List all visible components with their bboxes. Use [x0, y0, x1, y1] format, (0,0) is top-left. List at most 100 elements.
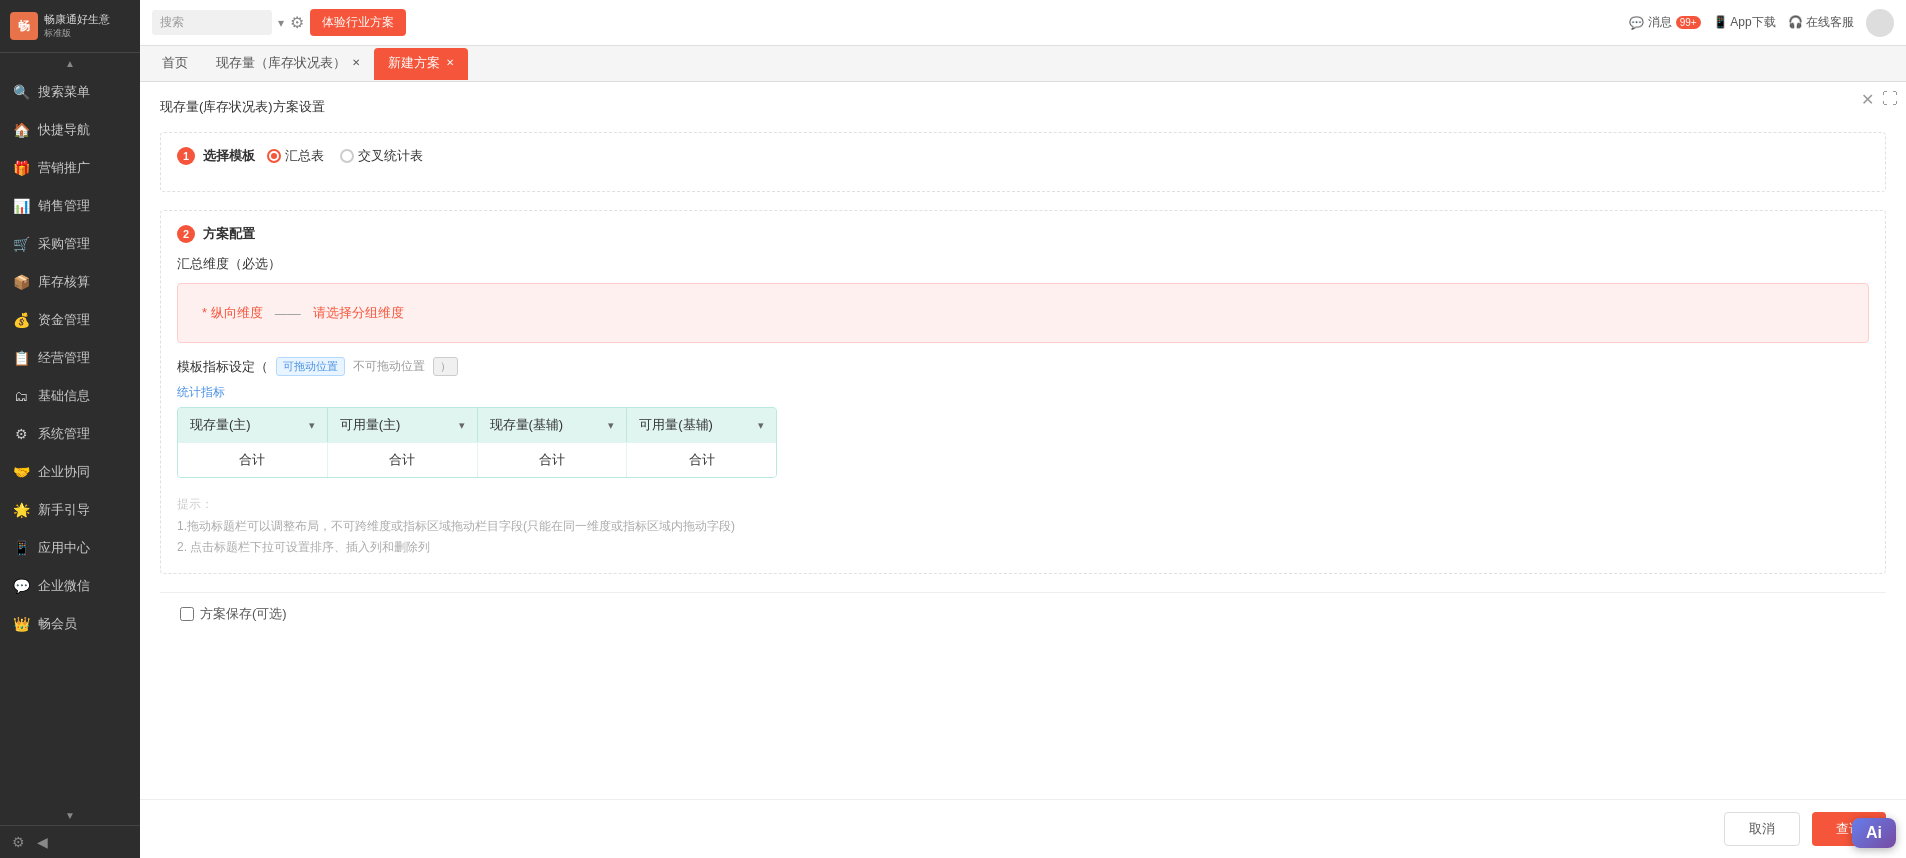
sidebar-item-purchase[interactable]: 🛒 采购管理 [0, 225, 140, 263]
radio-cross-label: 交叉统计表 [358, 147, 423, 165]
close-panel-icon[interactable]: ✕ [1861, 90, 1874, 109]
section2-title: 方案配置 [203, 225, 255, 243]
tab-new-plan[interactable]: 新建方案 ✕ [374, 48, 468, 80]
trial-button[interactable]: 体验行业方案 [310, 9, 406, 36]
radio-summary-label: 汇总表 [285, 147, 324, 165]
ai-float-button[interactable]: Ai [1852, 818, 1896, 848]
sidebar-item-label: 采购管理 [38, 235, 90, 253]
save-row: 方案保存(可选) [160, 592, 1886, 635]
sidebar-item-finance[interactable]: 💰 资金管理 [0, 301, 140, 339]
messages-label: 消息 [1648, 14, 1672, 31]
topbar-search-display: 搜索 [152, 10, 272, 35]
user-avatar[interactable] [1866, 9, 1894, 37]
sidebar: 畅 畅康通好生意 标准版 ▲ 🔍 搜索菜单 🏠 快捷导航 🎁 营销推广 📊 销售… [0, 0, 140, 858]
table-cell-0-1: 合计 [328, 443, 478, 477]
table-header-cell-0[interactable]: 现存量(主) ▾ [178, 408, 328, 442]
sidebar-item-base-info[interactable]: 🗂 基础信息 [0, 377, 140, 415]
radio-cross-dot [340, 149, 354, 163]
sidebar-item-label: 快捷导航 [38, 121, 90, 139]
topbar-settings-icon[interactable]: ⚙ [290, 13, 304, 32]
table-header-cell-2[interactable]: 现存量(基辅) ▾ [478, 408, 628, 442]
topbar-right: 💬 消息 99+ 📱 App下载 🎧 在线客服 [1629, 9, 1894, 37]
panel-controls: ✕ ⛶ [1861, 90, 1898, 109]
new-plan-tab-label: 新建方案 [388, 54, 440, 72]
radio-summary[interactable]: 汇总表 [267, 147, 324, 165]
sidebar-item-label: 营销推广 [38, 159, 90, 177]
logo-icon: 畅 [10, 12, 38, 40]
table-cell-0-2: 合计 [478, 443, 628, 477]
sidebar-item-search[interactable]: 🔍 搜索菜单 [0, 73, 140, 111]
stats-label: 统计指标 [177, 384, 1869, 401]
main-area: 搜索 ▾ ⚙ 体验行业方案 💬 消息 99+ 📱 App下载 🎧 在线客服 [140, 0, 1906, 858]
sidebar-item-new-guide[interactable]: 🌟 新手引导 [0, 491, 140, 529]
table-header-cell-1[interactable]: 可用量(主) ▾ [328, 408, 478, 442]
mobile-icon: 📱 [12, 539, 30, 557]
topbar: 搜索 ▾ ⚙ 体验行业方案 💬 消息 99+ 📱 App下载 🎧 在线客服 [140, 0, 1906, 46]
save-checkbox[interactable] [180, 607, 194, 621]
header-label-0: 现存量(主) [190, 416, 251, 434]
table-body: 合计 合计 合计 合计 [178, 442, 776, 477]
indicator-settings-label: 模板指标设定（ 可拖动位置 不可拖动位置 ） [177, 357, 1869, 376]
app-name-block: 畅康通好生意 标准版 [44, 12, 110, 39]
tips-section: 提示： 1.拖动标题栏可以调整布局，不可跨维度或指标区域拖动栏目字段(只能在同一… [177, 494, 1869, 559]
messages-button[interactable]: 💬 消息 99+ [1629, 14, 1701, 31]
collapse-icon[interactable]: ◀ [37, 834, 48, 850]
gear-icon: ⚙ [12, 425, 30, 443]
app-download-link[interactable]: 📱 App下载 [1713, 14, 1776, 31]
sidebar-item-label: 基础信息 [38, 387, 90, 405]
table-header: 现存量(主) ▾ 可用量(主) ▾ 现存量(基辅) ▾ [178, 408, 776, 442]
handshake-icon: 🤝 [12, 463, 30, 481]
sidebar-item-inventory[interactable]: 📦 库存核算 [0, 263, 140, 301]
inventory-tab-close[interactable]: ✕ [352, 57, 360, 68]
sidebar-item-system[interactable]: ⚙ 系统管理 [0, 415, 140, 453]
cancel-button[interactable]: 取消 [1724, 812, 1800, 846]
settings-icon[interactable]: ⚙ [12, 834, 25, 850]
crown-icon: 👑 [12, 615, 30, 633]
header-chevron-2[interactable]: ▾ [608, 419, 614, 432]
section-plan-config: 2 方案配置 汇总维度（必选） * 纵向维度 —— 请选择分组维度 模板指标设定… [160, 210, 1886, 574]
message-icon: 💬 [1629, 16, 1644, 30]
app-name: 畅康通好生意 [44, 12, 110, 26]
topbar-dropdown-icon[interactable]: ▾ [278, 16, 284, 30]
sidebar-item-label: 搜索菜单 [38, 83, 90, 101]
settings-panel: ✕ ⛶ 现存量(库存状况表)方案设置 1 选择模板 汇总表 [140, 82, 1906, 799]
indicator-label-suffix: 不可拖动位置 [353, 358, 425, 375]
new-plan-tab-close[interactable]: ✕ [446, 57, 454, 68]
header-chevron-3[interactable]: ▾ [758, 419, 764, 432]
box-icon: 📦 [12, 273, 30, 291]
expand-panel-icon[interactable]: ⛶ [1882, 90, 1898, 109]
sidebar-item-sales[interactable]: 📊 销售管理 [0, 187, 140, 225]
sidebar-scroll-down[interactable]: ▼ [0, 805, 140, 825]
header-chevron-0[interactable]: ▾ [309, 419, 315, 432]
header-chevron-1[interactable]: ▾ [459, 419, 465, 432]
sidebar-item-wechat[interactable]: 💬 企业微信 [0, 567, 140, 605]
home-icon: 🏠 [12, 121, 30, 139]
content-area: ✕ ⛶ 现存量(库存状况表)方案设置 1 选择模板 汇总表 [140, 82, 1906, 799]
sidebar-item-marketing[interactable]: 🎁 营销推广 [0, 149, 140, 187]
sidebar-scroll-up[interactable]: ▲ [0, 53, 140, 73]
headset-icon: 🎧 [1788, 15, 1803, 29]
money-icon: 💰 [12, 311, 30, 329]
sidebar-item-members[interactable]: 👑 畅会员 [0, 605, 140, 643]
sidebar-item-quick-nav[interactable]: 🏠 快捷导航 [0, 111, 140, 149]
header-label-3: 可用量(基辅) [639, 416, 713, 434]
sidebar-item-app-center[interactable]: 📱 应用中心 [0, 529, 140, 567]
sidebar-item-operations[interactable]: 📋 经营管理 [0, 339, 140, 377]
indicator-label-prefix: 模板指标设定（ [177, 358, 268, 376]
sidebar-item-contract[interactable]: 🤝 企业协同 [0, 453, 140, 491]
save-label: 方案保存(可选) [200, 605, 287, 623]
online-service-link[interactable]: 🎧 在线客服 [1788, 14, 1854, 31]
dimension-box[interactable]: * 纵向维度 —— 请选择分组维度 [177, 283, 1869, 343]
sidebar-item-label: 企业协同 [38, 463, 90, 481]
tab-inventory[interactable]: 现存量（库存状况表） ✕ [202, 48, 374, 80]
table-header-cell-3[interactable]: 可用量(基辅) ▾ [627, 408, 776, 442]
inventory-tab-label: 现存量（库存状况表） [216, 54, 346, 72]
sidebar-item-label: 应用中心 [38, 539, 90, 557]
radio-cross[interactable]: 交叉统计表 [340, 147, 423, 165]
tab-home[interactable]: 首页 [148, 48, 202, 80]
sidebar-bottom: ⚙ ◀ [0, 825, 140, 858]
header-label-1: 可用量(主) [340, 416, 401, 434]
dimension-label: 汇总维度（必选） [177, 255, 1869, 273]
table-cell-0-3: 合计 [627, 443, 776, 477]
app-logo: 畅 畅康通好生意 标准版 [0, 0, 140, 53]
